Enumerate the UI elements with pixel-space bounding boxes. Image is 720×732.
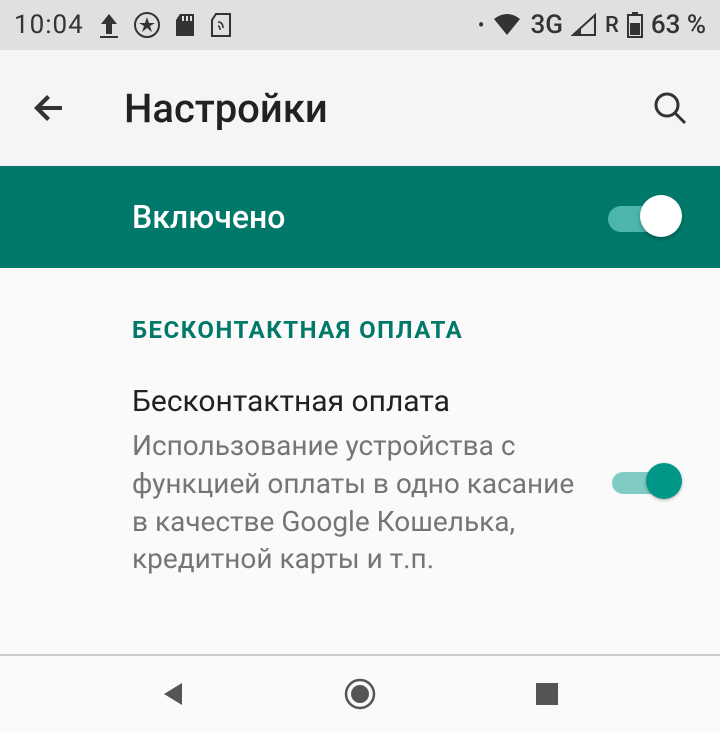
signal-icon (571, 13, 597, 37)
section-header: БЕСКОНТАКТНАЯ ОПЛАТА (132, 316, 682, 344)
battery-percent: 63 % (651, 10, 706, 40)
switch-thumb (646, 463, 682, 499)
navigation-bar (0, 654, 720, 732)
setting-title: Бесконтактная оплата (132, 384, 592, 419)
master-switch-banner[interactable]: Включено (0, 166, 720, 268)
network-type: 3G (530, 10, 563, 40)
master-switch-toggle[interactable] (608, 197, 682, 237)
sd-card-icon (174, 12, 196, 38)
switch-thumb (640, 195, 682, 237)
app-bar: Настройки (0, 50, 720, 166)
search-icon (650, 88, 690, 128)
circle-home-icon (343, 677, 377, 711)
arrow-back-icon (30, 88, 70, 128)
upload-icon (98, 12, 120, 38)
nav-home-button[interactable] (330, 664, 390, 724)
search-button[interactable] (640, 78, 700, 138)
status-left: 10:04 (14, 10, 232, 40)
status-time: 10:04 (14, 10, 84, 40)
status-bar: 10:04 • 3G R 63 % (0, 0, 720, 50)
roaming-indicator: R (605, 13, 619, 38)
dot-icon: • (478, 13, 485, 37)
master-switch-label: Включено (132, 198, 608, 236)
battery-icon (627, 12, 643, 38)
wifi-icon (492, 13, 522, 37)
nav-back-button[interactable] (143, 664, 203, 724)
contactless-payment-toggle[interactable] (612, 461, 682, 501)
nav-recent-button[interactable] (517, 664, 577, 724)
status-right: • 3G R 63 % (478, 10, 706, 40)
page-title: Настройки (124, 85, 640, 132)
setting-text: Бесконтактная оплата Использование устро… (132, 384, 592, 578)
settings-content: БЕСКОНТАКТНАЯ ОПЛАТА Бесконтактная оплат… (0, 268, 720, 578)
square-recent-icon (534, 681, 560, 707)
setting-description: Использование устройства с функцией опла… (132, 427, 592, 578)
nfc-card-icon (210, 12, 232, 38)
triangle-back-icon (158, 679, 188, 709)
contactless-payment-row[interactable]: Бесконтактная оплата Использование устро… (132, 384, 682, 578)
star-badge-icon (134, 12, 160, 38)
back-button[interactable] (20, 78, 80, 138)
